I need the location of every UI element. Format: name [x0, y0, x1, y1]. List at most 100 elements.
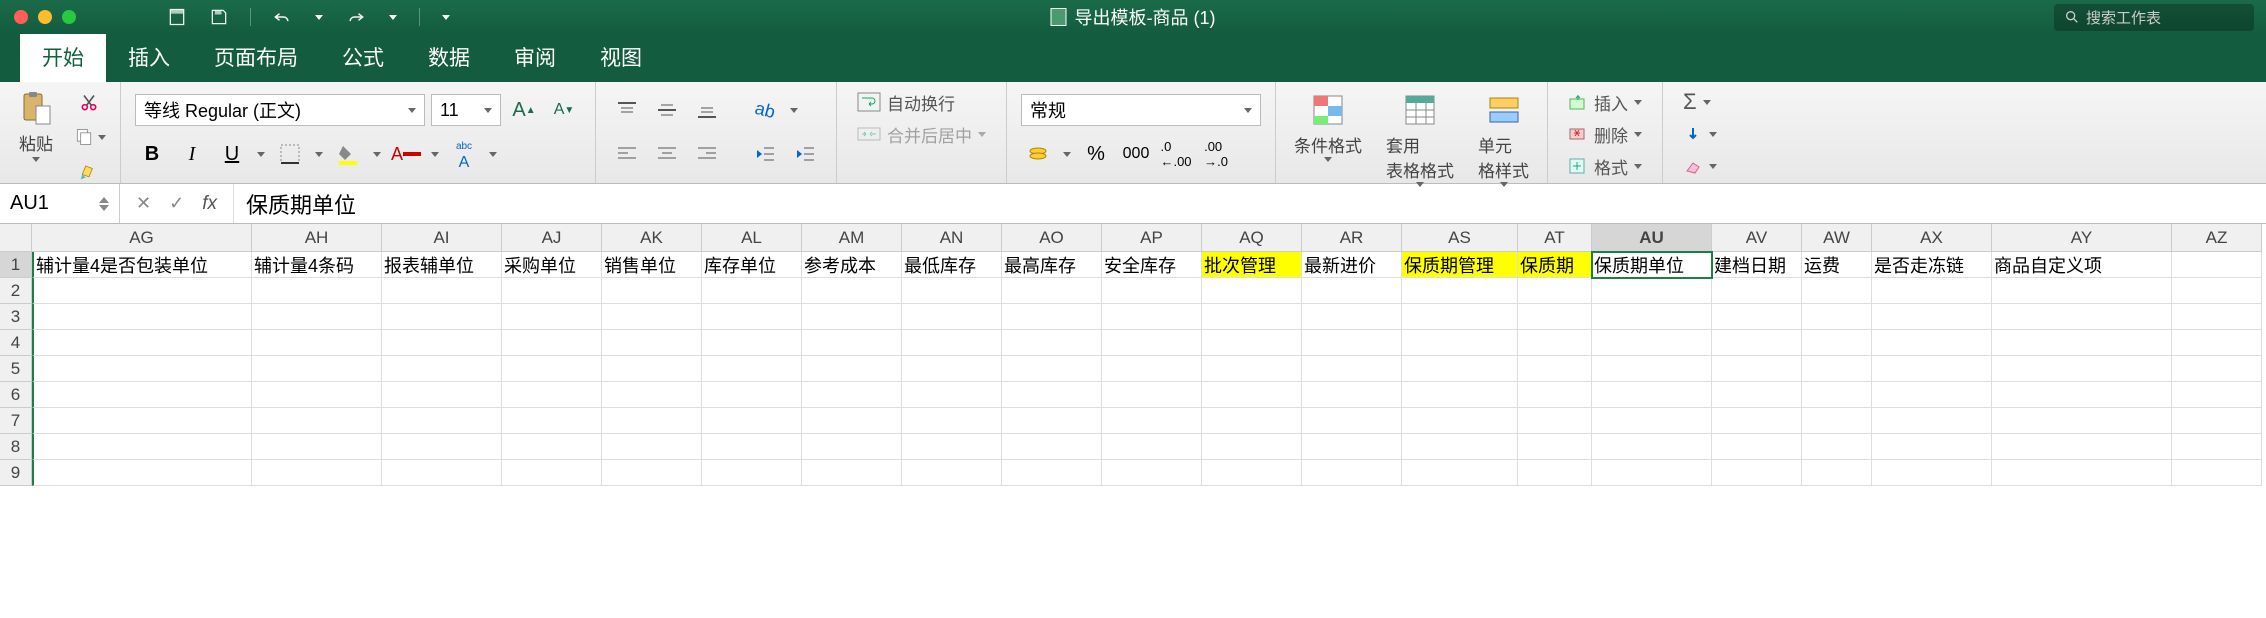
cell-AS3[interactable] — [1402, 304, 1518, 330]
save-icon[interactable] — [208, 6, 230, 28]
cell-AZ6[interactable] — [2172, 382, 2262, 408]
row-header-8[interactable]: 8 — [0, 434, 32, 460]
cell-AV8[interactable] — [1712, 434, 1802, 460]
cell-AK3[interactable] — [602, 304, 702, 330]
cell-AR4[interactable] — [1302, 330, 1402, 356]
decrease-indent-button[interactable] — [748, 139, 782, 169]
cell-AQ5[interactable] — [1202, 356, 1302, 382]
cell-AT4[interactable] — [1518, 330, 1592, 356]
cell-AU6[interactable] — [1592, 382, 1712, 408]
cell-AI9[interactable] — [382, 460, 502, 486]
cell-AT1[interactable]: 保质期 — [1518, 252, 1592, 278]
cell-AT2[interactable] — [1518, 278, 1592, 304]
cell-AR8[interactable] — [1302, 434, 1402, 460]
column-header-AG[interactable]: AG — [32, 224, 252, 252]
cell-AS5[interactable] — [1402, 356, 1518, 382]
cell-AP3[interactable] — [1102, 304, 1202, 330]
cell-AR7[interactable] — [1302, 408, 1402, 434]
cell-AO9[interactable] — [1002, 460, 1102, 486]
cell-AX2[interactable] — [1872, 278, 1992, 304]
cell-AW9[interactable] — [1802, 460, 1872, 486]
align-top-button[interactable] — [610, 95, 644, 125]
cell-AX5[interactable] — [1872, 356, 1992, 382]
cell-AW4[interactable] — [1802, 330, 1872, 356]
cell-AU1[interactable]: 保质期单位 — [1592, 252, 1712, 278]
cell-AO6[interactable] — [1002, 382, 1102, 408]
clear-button[interactable] — [1677, 152, 1723, 180]
cell-AN5[interactable] — [902, 356, 1002, 382]
column-header-AR[interactable]: AR — [1302, 224, 1402, 252]
autosum-button[interactable]: Σ — [1677, 88, 1723, 116]
cell-AT5[interactable] — [1518, 356, 1592, 382]
cell-AS9[interactable] — [1402, 460, 1518, 486]
row-header-3[interactable]: 3 — [0, 304, 32, 330]
format-as-table-button[interactable]: 套用 表格格式 — [1382, 90, 1458, 189]
cell-AQ4[interactable] — [1202, 330, 1302, 356]
redo-dropdown[interactable] — [387, 15, 399, 20]
cell-AG4[interactable] — [32, 330, 252, 356]
column-header-AI[interactable]: AI — [382, 224, 502, 252]
cell-AH8[interactable] — [252, 434, 382, 460]
cell-AS8[interactable] — [1402, 434, 1518, 460]
formula-content[interactable]: 保质期单位 — [233, 184, 2266, 223]
border-dropdown[interactable] — [313, 152, 325, 157]
column-header-AK[interactable]: AK — [602, 224, 702, 252]
column-header-AU[interactable]: AU — [1592, 224, 1712, 252]
increase-indent-button[interactable] — [788, 139, 822, 169]
wrap-text-button[interactable]: 自动换行 — [851, 88, 992, 116]
cell-AW7[interactable] — [1802, 408, 1872, 434]
row-header-6[interactable]: 6 — [0, 382, 32, 408]
cell-AT3[interactable] — [1518, 304, 1592, 330]
cell-AH2[interactable] — [252, 278, 382, 304]
cell-AI6[interactable] — [382, 382, 502, 408]
cell-AT6[interactable] — [1518, 382, 1592, 408]
phonetic-dropdown[interactable] — [487, 152, 499, 157]
cell-AN2[interactable] — [902, 278, 1002, 304]
cell-AK9[interactable] — [602, 460, 702, 486]
cell-AK7[interactable] — [602, 408, 702, 434]
cell-AS6[interactable] — [1402, 382, 1518, 408]
cell-AV3[interactable] — [1712, 304, 1802, 330]
border-button[interactable] — [273, 139, 307, 169]
cell-AR3[interactable] — [1302, 304, 1402, 330]
cell-AN8[interactable] — [902, 434, 1002, 460]
cell-AQ7[interactable] — [1202, 408, 1302, 434]
delete-cells-button[interactable]: 删除 — [1562, 120, 1648, 148]
fill-button[interactable] — [1677, 120, 1723, 148]
cell-AS4[interactable] — [1402, 330, 1518, 356]
cell-AM7[interactable] — [802, 408, 902, 434]
redo-icon[interactable] — [345, 6, 367, 28]
column-header-AW[interactable]: AW — [1802, 224, 1872, 252]
column-header-AX[interactable]: AX — [1872, 224, 1992, 252]
cell-AY8[interactable] — [1992, 434, 2172, 460]
cell-AT9[interactable] — [1518, 460, 1592, 486]
cell-AI8[interactable] — [382, 434, 502, 460]
cell-AQ1[interactable]: 批次管理 — [1202, 252, 1302, 278]
cell-AW8[interactable] — [1802, 434, 1872, 460]
cell-AV9[interactable] — [1712, 460, 1802, 486]
insert-cells-button[interactable]: 插入 — [1562, 88, 1648, 116]
cell-AL2[interactable] — [702, 278, 802, 304]
cut-button[interactable] — [72, 88, 106, 118]
column-header-AH[interactable]: AH — [252, 224, 382, 252]
tab-数据[interactable]: 数据 — [406, 32, 492, 82]
cell-AZ8[interactable] — [2172, 434, 2262, 460]
cell-AK4[interactable] — [602, 330, 702, 356]
row-header-2[interactable]: 2 — [0, 278, 32, 304]
cell-AQ8[interactable] — [1202, 434, 1302, 460]
row-header-7[interactable]: 7 — [0, 408, 32, 434]
fill-color-button[interactable] — [331, 139, 365, 169]
cell-AV7[interactable] — [1712, 408, 1802, 434]
cell-AQ3[interactable] — [1202, 304, 1302, 330]
cell-AY4[interactable] — [1992, 330, 2172, 356]
column-header-AJ[interactable]: AJ — [502, 224, 602, 252]
row-header-1[interactable]: 1 — [0, 252, 32, 278]
column-header-AL[interactable]: AL — [702, 224, 802, 252]
cell-AY5[interactable] — [1992, 356, 2172, 382]
format-cells-button[interactable]: 格式 — [1562, 152, 1648, 180]
cell-AR6[interactable] — [1302, 382, 1402, 408]
cancel-formula-icon[interactable]: ✕ — [136, 193, 151, 214]
cell-AX7[interactable] — [1872, 408, 1992, 434]
cell-AU3[interactable] — [1592, 304, 1712, 330]
tab-插入[interactable]: 插入 — [106, 32, 192, 82]
